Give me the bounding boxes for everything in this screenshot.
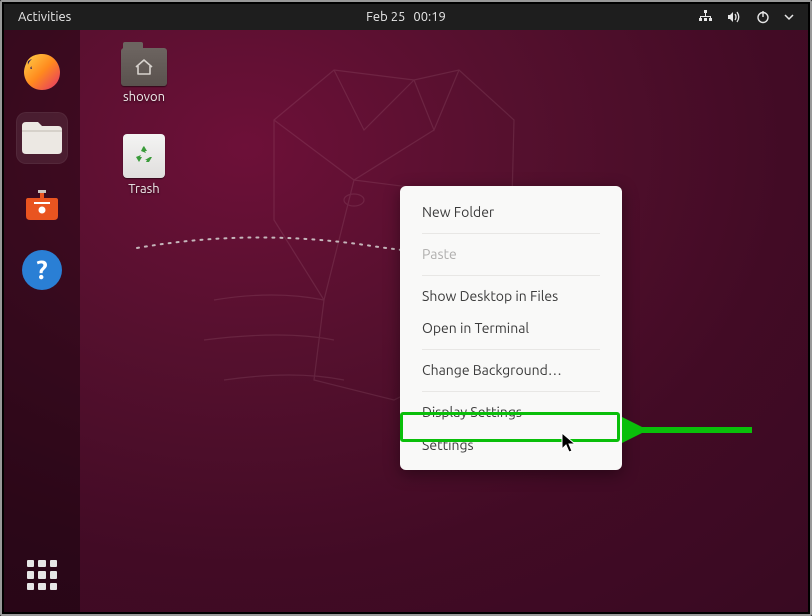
dock-help[interactable]: ? — [16, 244, 68, 296]
menu-open-in-terminal[interactable]: Open in Terminal — [400, 312, 622, 345]
menu-separator — [422, 391, 600, 392]
activities-button[interactable]: Activities — [4, 10, 85, 24]
menu-settings[interactable]: Settings — [400, 429, 622, 462]
menu-separator — [422, 233, 600, 234]
trash-label: Trash — [128, 182, 159, 196]
date-text: Feb 25 — [366, 10, 405, 24]
svg-text:?: ? — [36, 255, 47, 284]
desktop-context-menu: New Folder Paste Show Desktop in Files O… — [400, 186, 622, 470]
screenshot-frame: Activities Feb 25 00:19 — [0, 0, 812, 616]
desktop-icons: shovon Trash — [104, 48, 184, 196]
show-applications-button[interactable] — [27, 560, 57, 590]
menu-display-settings[interactable]: Display Settings — [400, 396, 622, 429]
menu-separator — [422, 349, 600, 350]
menu-change-background[interactable]: Change Background… — [400, 354, 622, 387]
time-text: 00:19 — [413, 10, 446, 24]
home-folder-icon[interactable]: shovon — [104, 48, 184, 104]
chevron-down-icon — [784, 10, 794, 24]
home-folder-label: shovon — [123, 90, 165, 104]
menu-new-folder[interactable]: New Folder — [400, 196, 622, 229]
dock-ubuntu-software[interactable] — [16, 178, 68, 230]
recycle-icon — [132, 144, 156, 168]
trash-icon[interactable]: Trash — [104, 134, 184, 196]
menu-separator — [422, 275, 600, 276]
clock[interactable]: Feb 25 00:19 — [366, 10, 446, 24]
volume-icon — [727, 10, 742, 24]
menu-paste: Paste — [400, 238, 622, 271]
dock-files[interactable] — [16, 112, 68, 164]
system-tray[interactable] — [698, 10, 808, 24]
power-icon — [756, 10, 770, 24]
network-icon — [698, 10, 713, 24]
gnome-topbar: Activities Feb 25 00:19 — [4, 4, 808, 30]
desktop[interactable]: ? shovon Trash — [4, 30, 808, 612]
dock-firefox[interactable] — [16, 46, 68, 98]
home-icon — [134, 58, 154, 76]
dock: ? — [4, 30, 80, 612]
menu-show-desktop-in-files[interactable]: Show Desktop in Files — [400, 280, 622, 313]
